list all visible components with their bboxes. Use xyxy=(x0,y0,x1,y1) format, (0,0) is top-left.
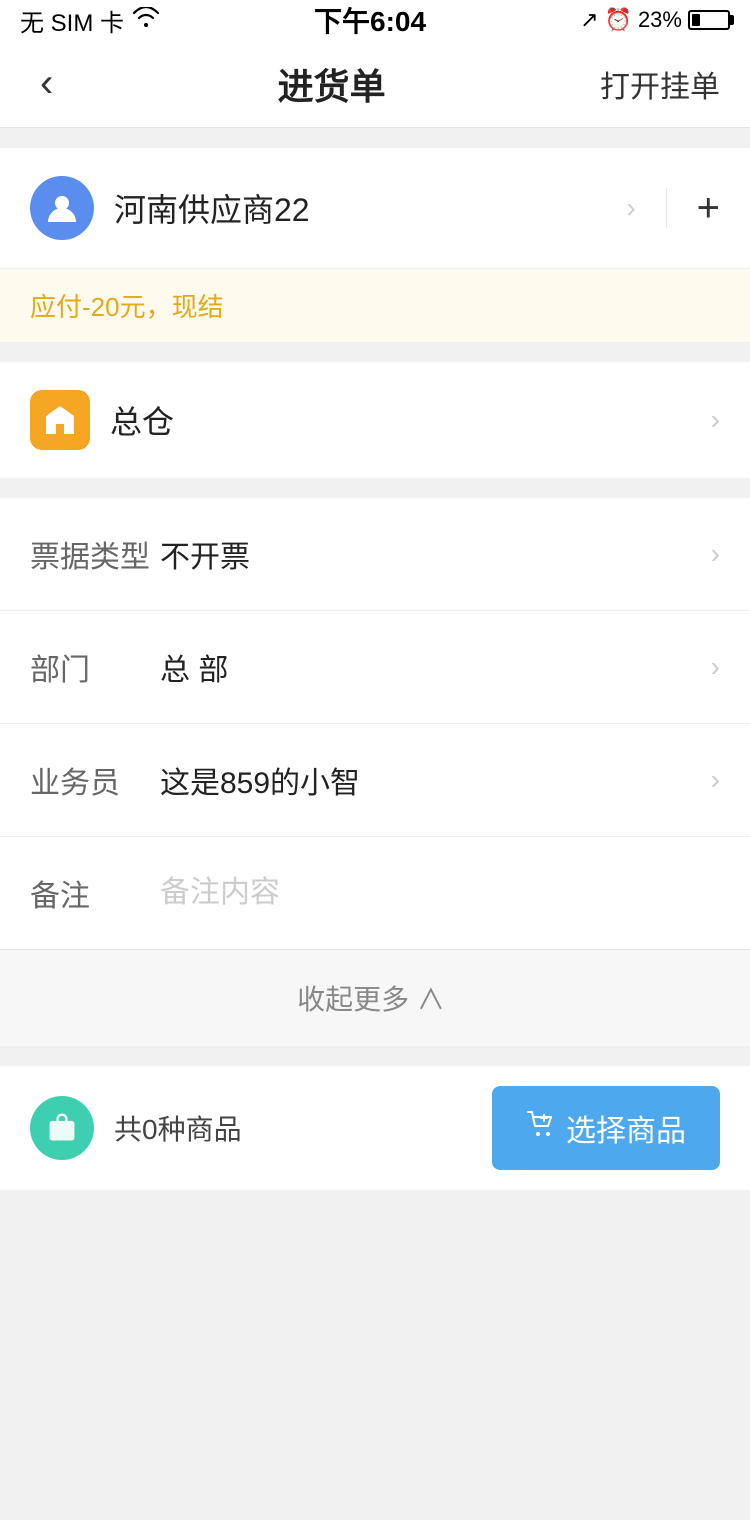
remark-input-wrap[interactable] xyxy=(160,876,720,910)
open-pending-button[interactable]: 打开挂单 xyxy=(600,62,720,106)
bottom-bar: 共0种商品 选择商品 xyxy=(0,1066,750,1190)
sim-status: 无 SIM 卡 xyxy=(20,3,124,38)
collapse-button[interactable]: 收起更多 ∧ xyxy=(0,949,750,1046)
status-bar: 无 SIM 卡 下午6:04 ↗ ⏰ 23% xyxy=(0,0,750,40)
alarm-icon: ⏰ xyxy=(605,7,632,33)
section-gap-3 xyxy=(0,478,750,498)
section-gap-2 xyxy=(0,342,750,362)
supplier-divider xyxy=(666,188,667,228)
back-button[interactable]: ‹ xyxy=(30,51,63,116)
warehouse-chevron-icon: › xyxy=(711,404,720,436)
warehouse-section: 总仓 › xyxy=(0,362,750,478)
salesperson-value: 这是859的小智 xyxy=(160,758,711,802)
location-icon: ↗ xyxy=(580,7,598,33)
cart-icon xyxy=(526,1110,554,1146)
invoice-type-label: 票据类型 xyxy=(30,532,160,576)
battery-icon xyxy=(688,10,730,30)
supplier-section: 河南供应商22 › + 应付-20元，现结 xyxy=(0,148,750,342)
supplier-name: 河南供应商22 xyxy=(114,185,626,231)
salesperson-row[interactable]: 业务员 这是859的小智 › xyxy=(0,723,750,836)
select-goods-button[interactable]: 选择商品 xyxy=(492,1086,720,1170)
department-label: 部门 xyxy=(30,645,160,689)
select-goods-label: 选择商品 xyxy=(566,1106,686,1150)
invoice-type-value: 不开票 xyxy=(160,532,711,576)
page-rest xyxy=(0,1190,750,1520)
battery-percent: 23% xyxy=(638,7,682,33)
invoice-type-chevron-icon: › xyxy=(711,538,720,570)
nav-bar: ‹ 进货单 打开挂单 xyxy=(0,40,750,128)
warehouse-icon-wrap xyxy=(30,390,90,450)
salesperson-label: 业务员 xyxy=(30,758,160,802)
section-gap-1 xyxy=(0,128,750,148)
department-chevron-icon: › xyxy=(711,651,720,683)
wifi-icon xyxy=(132,6,160,34)
status-right: ↗ ⏰ 23% xyxy=(580,7,730,33)
remark-input[interactable] xyxy=(160,876,720,910)
remark-row[interactable]: 备注 xyxy=(0,836,750,949)
warehouse-row[interactable]: 总仓 › xyxy=(0,362,750,478)
notice-banner: 应付-20元，现结 xyxy=(0,269,750,342)
invoice-type-row[interactable]: 票据类型 不开票 › xyxy=(0,498,750,610)
collapse-label: 收起更多 ∧ xyxy=(297,978,445,1018)
status-left: 无 SIM 卡 xyxy=(20,3,160,38)
product-count: 共0种商品 xyxy=(114,1108,472,1148)
status-time: 下午6:04 xyxy=(314,0,426,40)
department-row[interactable]: 部门 总 部 › xyxy=(0,610,750,723)
remark-label: 备注 xyxy=(30,871,160,915)
salesperson-chevron-icon: › xyxy=(711,764,720,796)
product-icon-wrap xyxy=(30,1096,94,1160)
supplier-chevron-icon: › xyxy=(626,192,635,224)
warehouse-name: 总仓 xyxy=(110,397,711,443)
notice-text: 应付-20元，现结 xyxy=(30,292,224,322)
add-supplier-button[interactable]: + xyxy=(697,186,720,231)
form-section: 票据类型 不开票 › 部门 总 部 › 业务员 这是859的小智 › 备注 收起… xyxy=(0,498,750,1046)
supplier-avatar xyxy=(30,176,94,240)
supplier-row[interactable]: 河南供应商22 › + xyxy=(0,148,750,269)
department-value: 总 部 xyxy=(160,645,711,689)
page-title: 进货单 xyxy=(278,58,386,110)
